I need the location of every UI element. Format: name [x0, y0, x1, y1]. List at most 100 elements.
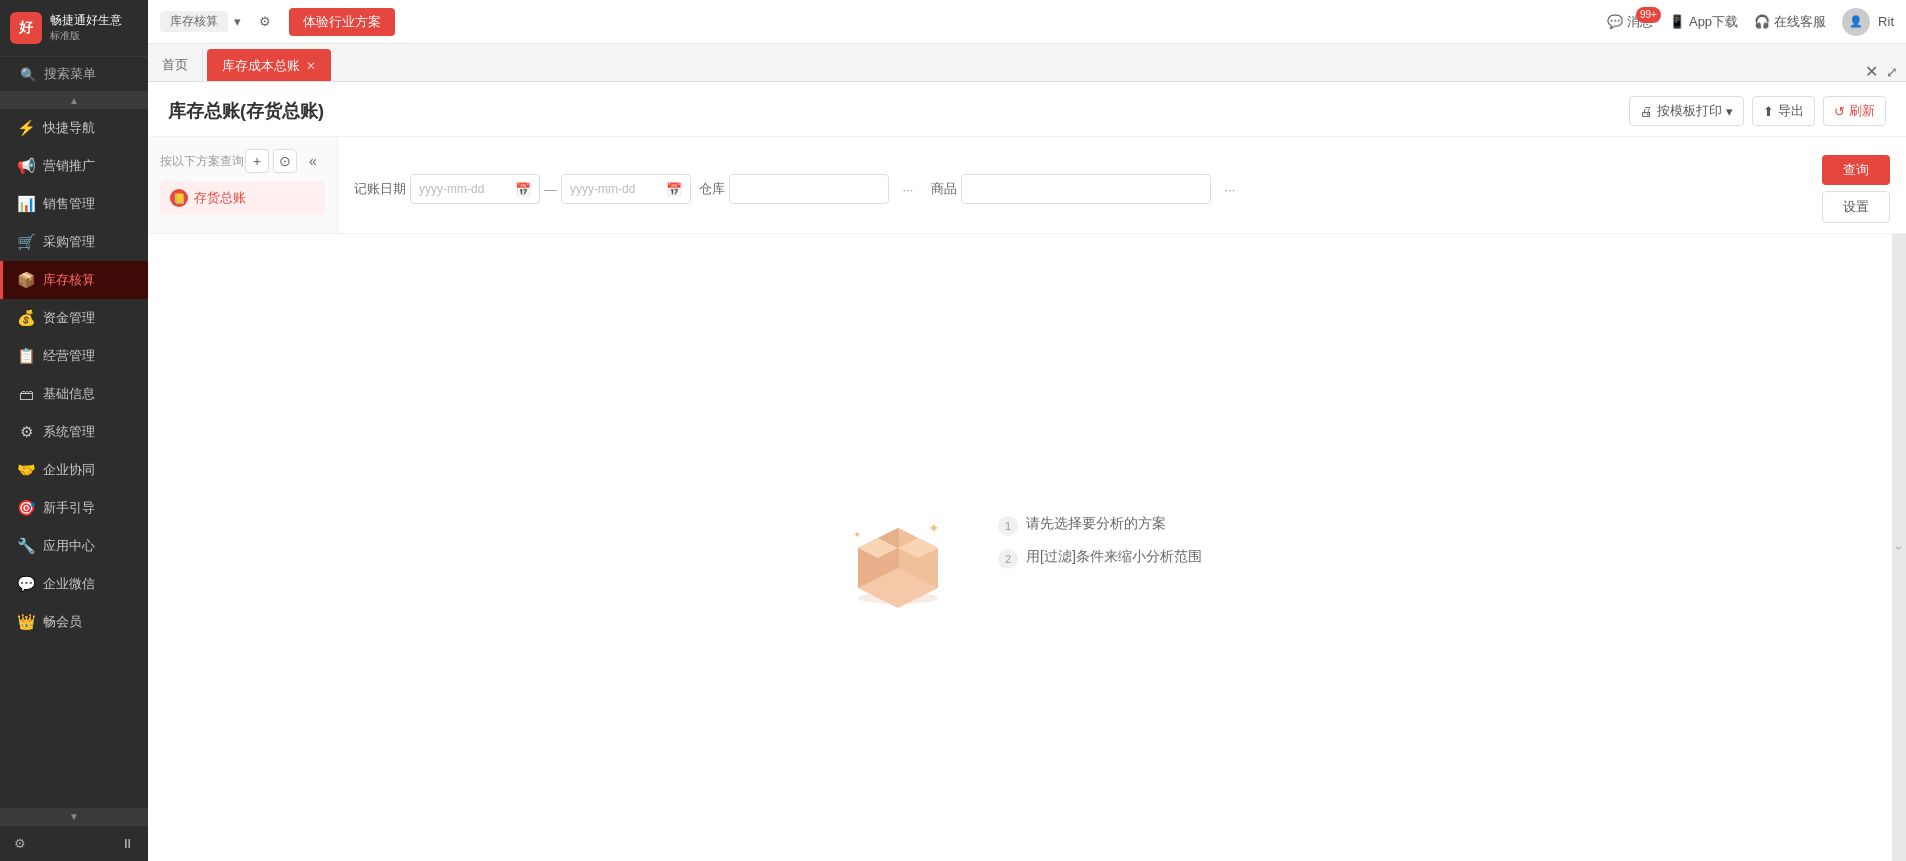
page-header: 库存总账(存货总账) 🖨 按模板打印 ▾ ⬆ 导出 ↺ 刷新 — [148, 82, 1906, 137]
refresh-icon: ↺ — [1834, 104, 1845, 119]
scroll-up-btn[interactable]: ▲ — [0, 92, 148, 109]
user-profile[interactable]: 👤 Rit — [1842, 8, 1894, 36]
scheme-controls: + ⊙ « — [245, 149, 325, 173]
sidebar-item-purchase[interactable]: 🛒 采购管理 — [0, 223, 148, 261]
sidebar-item-basic-info[interactable]: 🗃 基础信息 — [0, 375, 148, 413]
avatar: 👤 — [1842, 8, 1870, 36]
sidebar-item-quick-nav[interactable]: ⚡ 快捷导航 — [0, 109, 148, 147]
topbar: 库存核算 ▾ ⚙ 体验行业方案 💬 消息 99+ 📱 App下载 🎧 在线客服 — [148, 0, 1906, 44]
user-name: Rit — [1878, 14, 1894, 29]
scheme-add-button[interactable]: + — [245, 149, 269, 173]
product-more-btn[interactable]: ··· — [1215, 174, 1245, 204]
sidebar-item-newcomer[interactable]: 🎯 新手引导 — [0, 489, 148, 527]
scheme-collapse-button[interactable]: « — [301, 149, 325, 173]
tab-home[interactable]: 首页 — [148, 49, 203, 81]
date-field-group: 记账日期 yyyy-mm-dd 📅 — yyyy-mm-dd 📅 — [354, 174, 691, 204]
scroll-down-btn[interactable]: ▼ — [0, 808, 148, 825]
online-service-label: 在线客服 — [1774, 13, 1826, 31]
online-service-button[interactable]: 🎧 在线客服 — [1754, 13, 1826, 31]
product-field-group: 商品 ··· — [931, 174, 1245, 204]
main-area: 库存核算 ▾ ⚙ 体验行业方案 💬 消息 99+ 📱 App下载 🎧 在线客服 — [148, 0, 1906, 861]
app-version: 标准版 — [50, 29, 122, 43]
topbar-settings-btn[interactable]: ⚙ — [251, 8, 279, 36]
sidebar-item-system[interactable]: ⚙ 系统管理 — [0, 413, 148, 451]
system-label: 系统管理 — [43, 423, 95, 441]
filter-settings-button[interactable]: 设置 — [1822, 191, 1890, 223]
date-end-placeholder: yyyy-mm-dd — [570, 182, 635, 196]
search-menu[interactable]: 🔍 搜索菜单 — [0, 57, 148, 92]
svg-text:✦: ✦ — [853, 529, 861, 540]
empty-steps: 1 请先选择要分析的方案 2 用[过滤]条件来缩小分析范围 — [998, 515, 1202, 581]
warehouse-input[interactable] — [729, 174, 889, 204]
sidebar-item-enterprise[interactable]: 🤝 企业协同 — [0, 451, 148, 489]
warehouse-more-btn[interactable]: ··· — [893, 174, 923, 204]
print-label: 按模板打印 — [1657, 102, 1722, 120]
date-field-label: 记账日期 — [354, 180, 406, 198]
inventory-label: 库存核算 — [43, 271, 95, 289]
content-area: 库存总账(存货总账) 🖨 按模板打印 ▾ ⬆ 导出 ↺ 刷新 — [148, 82, 1906, 861]
sales-icon: 📊 — [17, 195, 35, 213]
scheme-settings-button[interactable]: ⊙ — [273, 149, 297, 173]
wechat-icon: 💬 — [17, 575, 35, 593]
tab-close-icon[interactable]: ✕ — [306, 59, 316, 73]
empty-step-1: 1 请先选择要分析的方案 — [998, 515, 1202, 536]
scheme-item-icon: 📒 — [170, 189, 188, 207]
sidebar-item-inventory[interactable]: 📦 库存核算 — [0, 261, 148, 299]
sidebar-item-finance[interactable]: 💰 资金管理 — [0, 299, 148, 337]
right-panel-toggle[interactable]: › — [1892, 234, 1906, 861]
calendar-start-icon[interactable]: 📅 — [515, 182, 531, 197]
footer-settings-icon[interactable]: ⚙ — [14, 836, 26, 851]
page-actions: 🖨 按模板打印 ▾ ⬆ 导出 ↺ 刷新 — [1629, 96, 1886, 126]
refresh-label: 刷新 — [1849, 102, 1875, 120]
expand-icon[interactable]: ⤢ — [1886, 64, 1898, 80]
date-end-input[interactable]: yyyy-mm-dd 📅 — [561, 174, 691, 204]
app-center-icon: 🔧 — [17, 537, 35, 555]
sidebar-item-app-center[interactable]: 🔧 应用中心 — [0, 527, 148, 565]
message-button[interactable]: 💬 消息 99+ — [1607, 13, 1653, 31]
tab-inventory-ledger[interactable]: 库存成本总账 ✕ — [207, 49, 331, 81]
search-label: 搜索菜单 — [44, 65, 96, 83]
scheme-item-label: 存货总账 — [194, 189, 246, 207]
purchase-label: 采购管理 — [43, 233, 95, 251]
inventory-icon: 📦 — [17, 271, 35, 289]
product-input[interactable] — [961, 174, 1211, 204]
quick-nav-label: 快捷导航 — [43, 119, 95, 137]
refresh-button[interactable]: ↺ 刷新 — [1823, 96, 1886, 126]
breadcrumb: 库存核算 — [160, 11, 228, 32]
export-button[interactable]: ⬆ 导出 — [1752, 96, 1815, 126]
sidebar-item-wechat[interactable]: 💬 企业微信 — [0, 565, 148, 603]
date-start-input[interactable]: yyyy-mm-dd 📅 — [410, 174, 540, 204]
filter-label: 按以下方案查询 — [160, 153, 244, 170]
membership-label: 畅会员 — [43, 613, 82, 631]
scheme-panel: 按以下方案查询 + ⊙ « 📒 存货总账 — [148, 137, 338, 233]
query-actions: 查询 设置 — [1822, 155, 1890, 223]
print-icon: 🖨 — [1640, 104, 1653, 119]
breadcrumb-dropdown[interactable]: ▾ — [234, 14, 241, 29]
sidebar-item-business[interactable]: 📋 经营管理 — [0, 337, 148, 375]
marketing-label: 营销推广 — [43, 157, 95, 175]
enterprise-icon: 🤝 — [17, 461, 35, 479]
headset-icon: 🎧 — [1754, 14, 1770, 29]
finance-label: 资金管理 — [43, 309, 95, 327]
industry-solution-button[interactable]: 体验行业方案 — [289, 8, 395, 36]
step-1-text: 请先选择要分析的方案 — [1026, 515, 1166, 533]
warehouse-field-group: 仓库 ··· — [699, 174, 923, 204]
close-panel-btn[interactable]: ✕ — [1865, 62, 1878, 81]
calendar-end-icon[interactable]: 📅 — [666, 182, 682, 197]
data-area: ✦ ✦ 1 请先选择要分析的方案 2 用[过滤]条件来缩小分析范围 — [148, 234, 1906, 861]
newcomer-label: 新手引导 — [43, 499, 95, 517]
sidebar-item-marketing[interactable]: 📢 营销推广 — [0, 147, 148, 185]
print-template-button[interactable]: 🖨 按模板打印 ▾ — [1629, 96, 1744, 126]
sidebar-item-sales[interactable]: 📊 销售管理 — [0, 185, 148, 223]
message-badge: 99+ — [1636, 7, 1661, 23]
system-icon: ⚙ — [17, 423, 35, 441]
query-button[interactable]: 查询 — [1822, 155, 1890, 185]
search-icon: 🔍 — [20, 67, 36, 82]
app-download-button[interactable]: 📱 App下载 — [1669, 13, 1738, 31]
tab-bar-actions: ✕ ⤢ — [1865, 62, 1906, 81]
footer-audio-icon[interactable]: ⏸ — [121, 836, 134, 851]
empty-state: ✦ ✦ 1 请先选择要分析的方案 2 用[过滤]条件来缩小分析范围 — [148, 234, 1892, 861]
purchase-icon: 🛒 — [17, 233, 35, 251]
scheme-item-inventory-ledger[interactable]: 📒 存货总账 — [160, 181, 325, 215]
sidebar-item-membership[interactable]: 👑 畅会员 — [0, 603, 148, 641]
